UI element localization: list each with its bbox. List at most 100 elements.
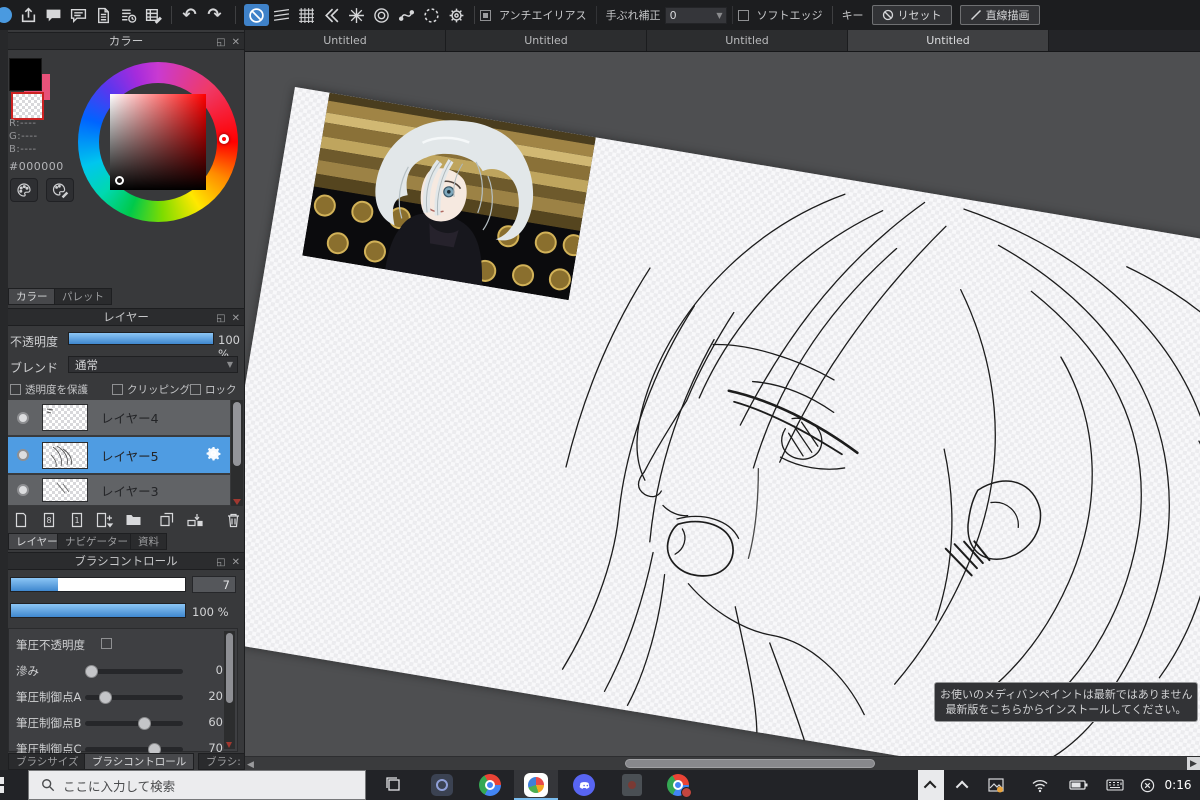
tab-brush-size[interactable]: ブラシサイズ (8, 753, 87, 770)
export-icon[interactable] (16, 4, 41, 26)
tab-materials[interactable]: 資料 (130, 533, 167, 550)
brush-size-slider[interactable] (10, 577, 186, 592)
redo-icon[interactable]: ↷ (202, 4, 227, 26)
scroll-down-arrow[interactable] (226, 742, 232, 748)
battery-icon[interactable] (1064, 770, 1094, 800)
duplicate-layer-icon[interactable] (155, 509, 179, 531)
chrome-icon[interactable] (468, 770, 512, 800)
layer-8bit-icon[interactable]: 8 (37, 509, 61, 531)
chrome-profile-icon[interactable] (656, 770, 700, 800)
hue-marker[interactable] (219, 134, 229, 144)
palette-button[interactable] (10, 178, 38, 202)
layer-1bit-icon[interactable]: 1 (65, 509, 89, 531)
close-icon[interactable]: ✕ (232, 37, 240, 48)
snap-parallel-icon[interactable] (269, 4, 294, 26)
chevron-up-icon[interactable] (950, 770, 976, 800)
tab-untitled-4-active[interactable]: Untitled (848, 30, 1049, 51)
popout-icon[interactable]: ◱ (216, 313, 225, 324)
drawing-canvas[interactable] (245, 87, 1200, 770)
pressure-point-c-slider[interactable] (85, 743, 183, 756)
taskbar-search-input[interactable]: ここに入力して検索 (28, 770, 366, 800)
layer-row-3[interactable]: レイヤー3 (8, 475, 230, 506)
canvas-horizontal-scrollbar[interactable]: ◀ ▶ (245, 756, 1200, 770)
add-layer-menu-icon[interactable] (93, 509, 117, 531)
show-hidden-icons-button[interactable] (918, 770, 944, 800)
update-notification[interactable]: お使いのメディバンペイントは最新ではありません 最新版をこちらからインストールし… (934, 682, 1198, 722)
eject-device-icon[interactable] (1134, 770, 1160, 800)
bleed-slider[interactable] (85, 665, 183, 678)
new-layer-icon[interactable] (9, 509, 33, 531)
layer-row-4[interactable]: レイヤー4 (8, 400, 230, 436)
task-view-icon[interactable] (372, 770, 416, 800)
chat-bubble-icon[interactable] (41, 4, 66, 26)
scrollbar-thumb[interactable] (226, 633, 233, 703)
pressure-point-a-slider[interactable] (85, 691, 183, 704)
layer-visibility-icon[interactable] (17, 411, 29, 424)
layer-visibility-icon[interactable] (17, 449, 29, 461)
wifi-icon[interactable] (1026, 770, 1054, 800)
table-edit-icon[interactable] (141, 4, 166, 26)
discord-icon[interactable] (562, 770, 606, 800)
tab-untitled-2[interactable]: Untitled (446, 30, 647, 51)
scroll-left-arrow[interactable]: ◀ (247, 760, 254, 770)
canvas-workspace[interactable]: お使いのメディバンペイントは最新ではありません 最新版をこちらからインストールし… (245, 52, 1200, 770)
medibang-paint-icon[interactable] (514, 770, 558, 800)
layer-row-5-selected[interactable]: レイヤー5 (8, 437, 230, 474)
history-list-icon[interactable] (116, 4, 141, 26)
undo-icon[interactable]: ↶ (177, 4, 202, 26)
brush-params-scrollbar[interactable] (224, 631, 235, 749)
settings-gear-icon[interactable] (444, 4, 469, 26)
layer-settings-gear-icon[interactable] (206, 446, 221, 465)
curve-tool-icon[interactable] (394, 4, 419, 26)
delete-layer-icon[interactable] (221, 509, 245, 531)
brush-opacity-slider[interactable] (10, 603, 186, 618)
layer-visibility-icon[interactable] (17, 484, 29, 496)
snap-off-icon[interactable] (244, 4, 269, 26)
snap-vanishing-icon[interactable] (319, 4, 344, 26)
lock-checkbox[interactable]: ロック (190, 382, 237, 397)
close-icon[interactable]: ✕ (232, 557, 240, 568)
layer-opacity-slider[interactable] (68, 332, 214, 345)
dark-app-icon[interactable] (610, 770, 654, 800)
protect-alpha-checkbox[interactable]: 透明度を保護 (10, 382, 88, 397)
palette-edit-button[interactable] (46, 178, 74, 202)
keyboard-icon[interactable] (1100, 770, 1130, 800)
popout-icon[interactable]: ◱ (216, 557, 225, 568)
close-icon[interactable]: ✕ (232, 313, 240, 324)
popout-icon[interactable]: ◱ (216, 37, 225, 48)
photos-tray-icon[interactable] (982, 770, 1010, 800)
foreground-color-swatch[interactable] (9, 58, 42, 91)
blend-mode-select[interactable]: 通常 ▼ (68, 356, 238, 373)
tab-untitled-1[interactable]: Untitled (245, 30, 446, 51)
scrollbar-thumb[interactable] (233, 402, 241, 466)
tab-palette[interactable]: パレット (54, 288, 112, 305)
antialias-checkbox[interactable] (480, 9, 491, 21)
tray-clock[interactable]: 0:16 (1158, 770, 1198, 800)
stabilizer-dropdown[interactable]: 0 ▼ (664, 6, 727, 24)
merge-layer-icon[interactable] (183, 509, 207, 531)
clipping-checkbox[interactable]: クリッピング (112, 382, 190, 397)
snap-radial-icon[interactable] (344, 4, 369, 26)
scroll-right-arrow[interactable]: ▶ (1187, 757, 1200, 770)
folder-icon[interactable] (121, 509, 145, 531)
tab-brush-gpen[interactable]: ブラシ: Gペン (198, 753, 245, 770)
pressure-point-b-slider[interactable] (85, 717, 183, 730)
camera-app-icon[interactable] (420, 770, 464, 800)
scrollbar-thumb[interactable] (625, 759, 875, 768)
start-button[interactable] (0, 777, 4, 793)
soft-edge-checkbox[interactable] (737, 9, 749, 21)
layer-list-scrollbar[interactable] (231, 400, 243, 506)
line-draw-button[interactable]: 直線描画 (959, 5, 1040, 25)
saturation-value-box[interactable] (110, 94, 206, 190)
document-icon[interactable] (91, 4, 116, 26)
snap-ellipse-icon[interactable] (419, 4, 444, 26)
tab-untitled-3[interactable]: Untitled (647, 30, 848, 51)
transparent-color-swatch[interactable] (11, 92, 44, 120)
comment-icon[interactable] (66, 4, 91, 26)
tab-brush-control[interactable]: ブラシコントロール (84, 753, 195, 770)
snap-concentric-icon[interactable] (369, 4, 394, 26)
tab-color[interactable]: カラー (8, 288, 56, 305)
tab-navigator[interactable]: ナビゲーター (57, 533, 136, 550)
scroll-down-arrow[interactable] (233, 499, 241, 505)
reset-button[interactable]: リセット (871, 5, 952, 25)
